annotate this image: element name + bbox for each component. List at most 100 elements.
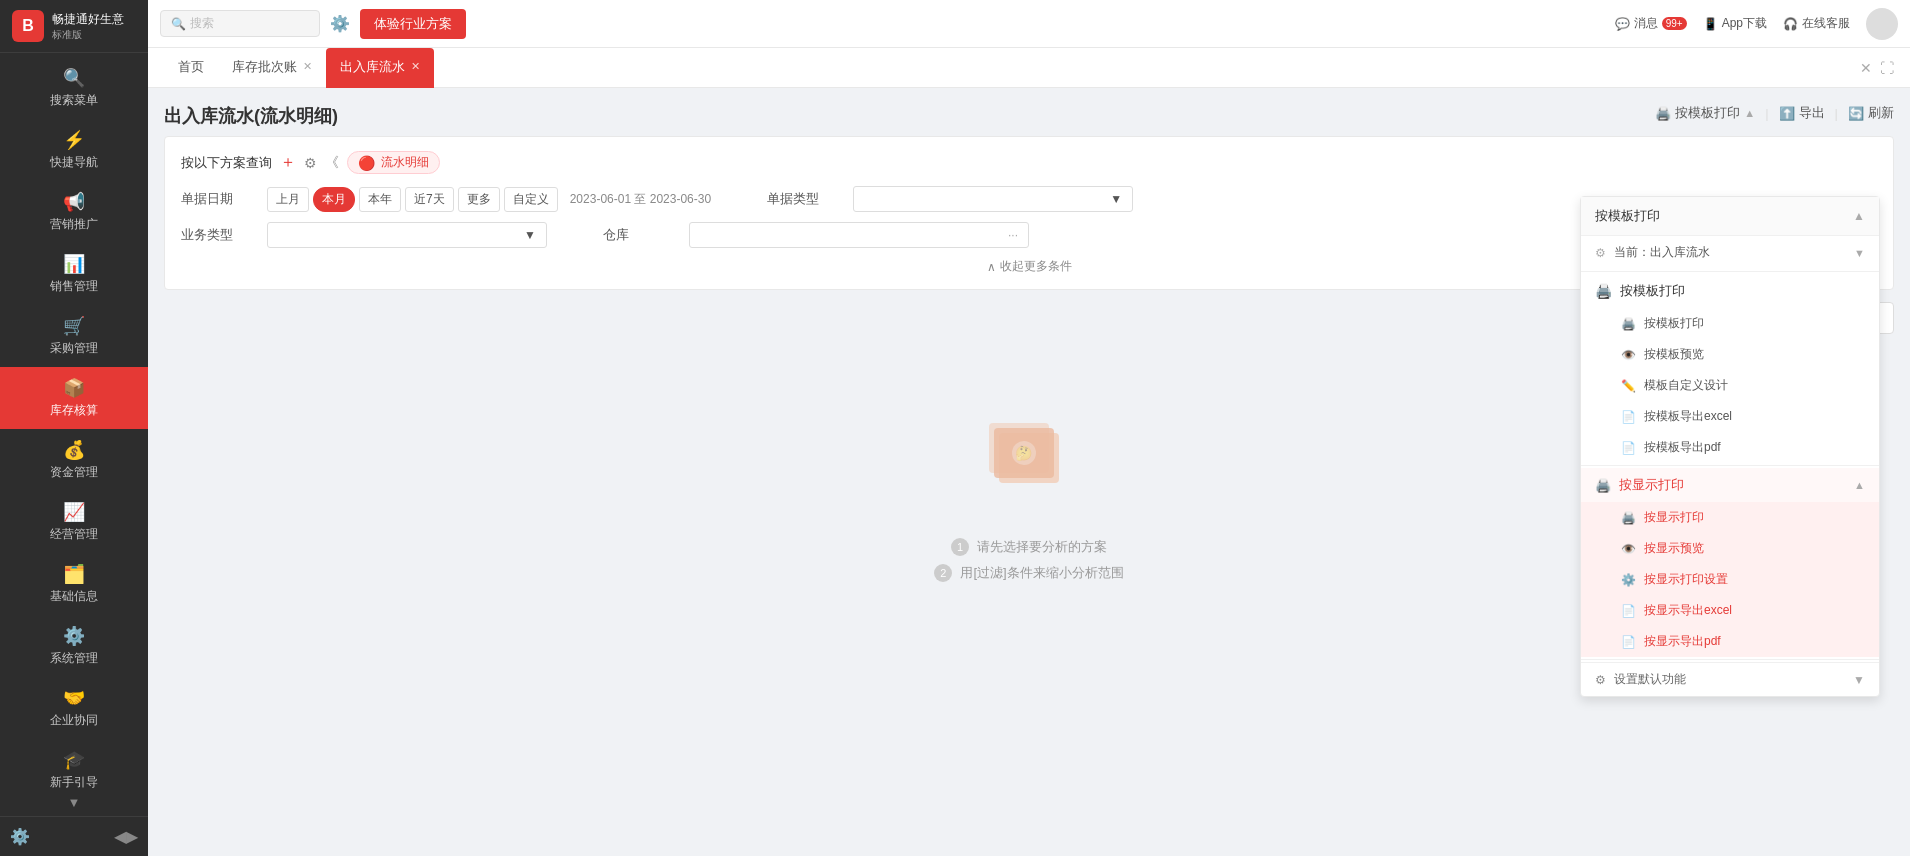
search-icon: 🔍 [63,67,85,89]
tab-flow[interactable]: 出入库流水 ✕ [326,48,434,88]
dropdown-template-print[interactable]: 🖨️ 按模板打印 [1581,308,1879,339]
page-toolbar: 🖨️ 按模板打印 ▲ | ⬆️ 导出 | 🔄 刷新 [1655,104,1894,122]
print-panel-scroll: ⚙ 当前：出入库流水 ▼ 🖨️ 按模板打印 🖨️ 按模板打印 👁️ [1581,236,1879,696]
sidebar-item-base[interactable]: 🗂️ 基础信息 [0,553,148,615]
sidebar-scroll-down[interactable]: ▼ [0,789,148,816]
date-tab-label: 本月 [322,192,346,206]
date-tab-year[interactable]: 本年 [359,187,401,212]
date-tab-custom[interactable]: 自定义 [504,187,558,212]
dropdown-display-print[interactable]: 🖨️ 按显示打印 [1581,502,1879,533]
dropdown-template-export-pdf[interactable]: 📄 按模板导出pdf [1581,432,1879,463]
dropdown-display-export-pdf[interactable]: 📄 按显示导出pdf [1581,626,1879,657]
message-badge: 99+ [1662,17,1687,30]
tab-close-flow-icon[interactable]: ✕ [411,60,420,73]
default-chevron: ▼ [1853,673,1865,687]
print-dropdown-chevron[interactable]: ▲ [1853,209,1865,223]
sidebar-item-label: 营销推广 [50,216,98,233]
sidebar-item-search[interactable]: 🔍 搜索菜单 [0,57,148,119]
export-btn[interactable]: ⬆️ 导出 [1779,104,1825,122]
doc-type-label: 单据类型 [767,190,837,208]
doc-type-select[interactable]: ▼ [853,186,1133,212]
empty-step2-text: 用[过滤]条件来缩小分析范围 [960,564,1123,582]
current-chevron: ▼ [1854,247,1865,259]
settings-icon[interactable]: ⚙️ [330,14,350,33]
business-type-select[interactable]: ▼ [267,222,547,248]
default-label: 设置默认功能 [1614,671,1686,688]
sidebar-item-inventory[interactable]: 📦 库存核算 [0,367,148,429]
page-title: 出入库流水(流水明细) [164,104,338,128]
refresh-btn[interactable]: 🔄 刷新 [1848,104,1894,122]
user-avatar[interactable] [1866,8,1898,40]
sidebar-item-system[interactable]: ⚙️ 系统管理 [0,615,148,677]
dropdown-display-export-excel[interactable]: 📄 按显示导出excel [1581,595,1879,626]
dropdown-template-print-header[interactable]: 🖨️ 按模板打印 [1581,274,1879,308]
dropdown-default-section[interactable]: ⚙ 设置默认功能 ▼ [1581,662,1879,696]
filter-header: 按以下方案查询 ＋ ⚙ 《 🔴 流水明细 [181,151,1877,174]
sidebar-item-purchase[interactable]: 🛒 采购管理 [0,305,148,367]
purchase-icon: 🛒 [63,315,85,337]
default-icon: ⚙ [1595,673,1606,687]
sidebar-item-sales[interactable]: 📊 销售管理 [0,243,148,305]
date-tab-7days[interactable]: 近7天 [405,187,454,212]
export-icon: ⬆️ [1779,106,1795,121]
sidebar-item-finance[interactable]: 💰 资金管理 [0,429,148,491]
message-btn[interactable]: 💬 消息 99+ [1615,15,1687,32]
dropdown-template-preview[interactable]: 👁️ 按模板预览 [1581,339,1879,370]
tabs-bar: 首页 库存批次账 ✕ 出入库流水 ✕ ✕ ⛶ [148,48,1910,88]
empty-step-1: 1 请先选择要分析的方案 [951,538,1107,556]
sidebar-nav: 🔍 搜索菜单 ⚡ 快捷导航 📢 营销推广 📊 销售管理 🛒 采购管理 📦 库存核… [0,53,148,789]
display-excel-icon: 📄 [1621,604,1636,618]
filter-add-btn[interactable]: ＋ [280,152,296,173]
dropdown-display-settings[interactable]: ⚙️ 按显示打印设置 [1581,564,1879,595]
display-section-chevron: ▲ [1854,479,1865,491]
date-tab-label: 近7天 [414,192,445,206]
customer-service-btn[interactable]: 🎧 在线客服 [1783,15,1850,32]
dropdown-current-item[interactable]: ⚙ 当前：出入库流水 ▼ [1581,236,1879,269]
sidebar-item-guide[interactable]: 🎓 新手引导 [0,739,148,789]
print-btn[interactable]: 🖨️ 按模板打印 ▲ [1655,104,1755,122]
app-name: 畅捷通好生意 [52,11,124,28]
headset-icon: 🎧 [1783,17,1798,31]
edit-icon: ✏️ [1621,379,1636,393]
topbar-search[interactable]: 🔍 搜索 [160,10,320,37]
filter-collapse-btn[interactable]: 《 [325,154,339,172]
industry-btn[interactable]: 体验行业方案 [360,9,466,39]
business-type-label: 业务类型 [181,226,251,244]
filter-tag-label: 流水明细 [381,154,429,171]
sidebar-item-label: 经营管理 [50,526,98,543]
date-tab-current-month[interactable]: 本月 [313,187,355,212]
operations-icon: 📈 [63,501,85,523]
collapse-sidebar-icon[interactable]: ◀▶ [114,827,138,846]
current-label: 当前：出入库流水 [1614,244,1710,261]
date-tab-more[interactable]: 更多 [458,187,500,212]
app-download-btn[interactable]: 📱 App下载 [1703,15,1767,32]
dropdown-display-preview[interactable]: 👁️ 按显示预览 [1581,533,1879,564]
dropdown-template-customize[interactable]: ✏️ 模板自定义设计 [1581,370,1879,401]
template-export-excel-label: 按模板导出excel [1644,408,1732,425]
tab-close-batch-icon[interactable]: ✕ [303,60,312,73]
search-placeholder: 搜索 [190,15,214,32]
chevron-down-icon2: ▼ [524,228,536,242]
date-tab-prev-month[interactable]: 上月 [267,187,309,212]
empty-illustration: 🤔 [979,403,1079,522]
dropdown-template-export-excel[interactable]: 📄 按模板导出excel [1581,401,1879,432]
sidebar-item-quick-nav[interactable]: ⚡ 快捷导航 [0,119,148,181]
sidebar-item-collab[interactable]: 🤝 企业协同 [0,677,148,739]
divider1 [1581,271,1879,272]
warehouse-input[interactable]: ··· [689,222,1029,248]
template-export-pdf-label: 按模板导出pdf [1644,439,1721,456]
sidebar-item-label: 新手引导 [50,774,98,789]
sidebar-item-operations[interactable]: 📈 经营管理 [0,491,148,553]
tab-home[interactable]: 首页 [164,48,218,88]
close-window-icon[interactable]: ✕ [1860,60,1872,76]
filter-tag: 🔴 流水明细 [347,151,440,174]
expand-window-icon[interactable]: ⛶ [1880,60,1894,76]
tab-batch-account[interactable]: 库存批次账 ✕ [218,48,326,88]
filter-set-btn[interactable]: ⚙ [304,155,317,171]
display-preview-label: 按显示预览 [1644,540,1704,557]
settings-bottom-icon[interactable]: ⚙️ [10,827,30,846]
dropdown-display-print-header[interactable]: 🖨️ 按显示打印 ▲ [1581,468,1879,502]
template-print-label: 按模板打印 [1644,315,1704,332]
pdf-icon: 📄 [1621,441,1636,455]
sidebar-item-marketing[interactable]: 📢 营销推广 [0,181,148,243]
